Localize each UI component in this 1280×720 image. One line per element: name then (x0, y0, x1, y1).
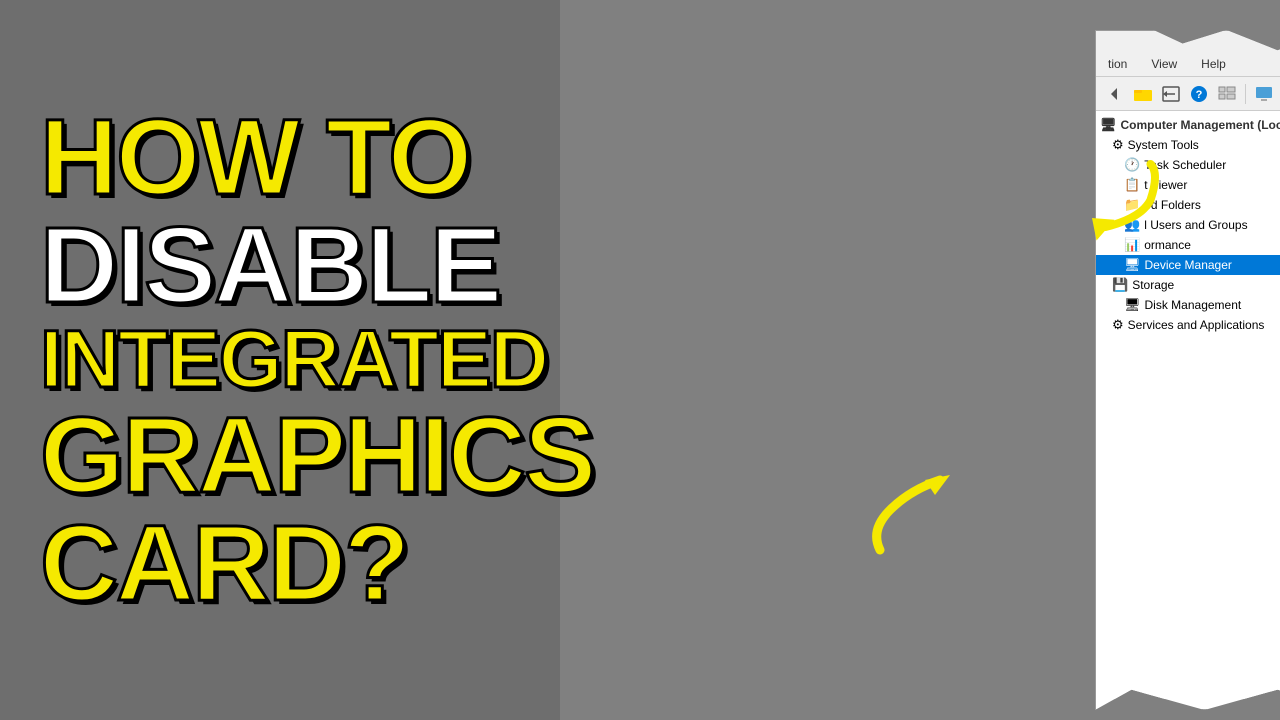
tools-icon: ⚙ (1112, 137, 1124, 153)
tree-services[interactable]: ⚙ Services and Applications (1096, 315, 1280, 335)
perf-icon: 📊 (1124, 237, 1140, 253)
menu-bar: Management tion View Help (1096, 31, 1280, 77)
back-button[interactable] (1102, 81, 1128, 107)
thumbnail-panel: HOW TO DISABLE INTEGRATED GRAPHICS CARD? (0, 0, 560, 720)
tree-label: l Users and Groups (1144, 218, 1247, 232)
tree-label: t Viewer (1144, 178, 1187, 192)
svg-text:?: ? (1196, 89, 1203, 101)
viewer-icon: 📋 (1124, 177, 1140, 193)
toolbar-btn-help[interactable]: ? (1186, 81, 1212, 107)
menu-action[interactable]: tion (1104, 56, 1131, 72)
tree-root-label: Computer Management (Local (1121, 118, 1280, 132)
device-mgr-icon: 🖥 (1124, 257, 1141, 273)
tree-root[interactable]: 🖥 Computer Management (Local (1096, 115, 1280, 135)
menu-row: tion View Help (1096, 54, 1280, 74)
toolbar-btn-monitor[interactable] (1251, 81, 1277, 107)
tree-disk-management[interactable]: 🖥 Disk Management (1096, 295, 1280, 315)
title-line-1: HOW TO (40, 103, 594, 211)
toolbar-btn-grid[interactable] (1214, 81, 1240, 107)
toolbar-btn-folder[interactable] (1130, 81, 1156, 107)
tree-label: ed Folders (1144, 198, 1201, 212)
tree-event-viewer[interactable]: 📋 t Viewer (1096, 175, 1280, 195)
tree-label: Services and Applications (1128, 318, 1265, 332)
menu-help[interactable]: Help (1197, 56, 1230, 72)
tree-task-scheduler[interactable]: 🕐 Task Scheduler (1096, 155, 1280, 175)
tree-users-groups[interactable]: 👥 l Users and Groups (1096, 215, 1280, 235)
storage-icon: 💾 (1112, 277, 1128, 293)
tree-performance[interactable]: 📊 ormance (1096, 235, 1280, 255)
left-tree-pane: 🖥 Computer Management (Local ⚙ System To… (1096, 111, 1280, 699)
computer-icon: 🖥 (1100, 117, 1117, 133)
tree-device-manager[interactable]: 🖥 Device Manager (1096, 255, 1280, 275)
window-container: Management tion View Help ? (1095, 30, 1280, 710)
title-line-5: CARD? (40, 509, 594, 617)
tree-label: Storage (1132, 278, 1174, 292)
content-area: 🖥 Computer Management (Local ⚙ System To… (1096, 111, 1280, 699)
title-line-3: INTEGRATED (40, 319, 594, 401)
clock-icon: 🕐 (1124, 157, 1140, 173)
tree-system-tools[interactable]: ⚙ System Tools (1096, 135, 1280, 155)
services-icon: ⚙ (1112, 317, 1124, 333)
tree-label: Device Manager (1145, 258, 1232, 272)
tree-label: System Tools (1128, 138, 1199, 152)
disk-icon: 🖥 (1124, 297, 1141, 313)
menu-view[interactable]: View (1147, 56, 1181, 72)
toolbar: ? ✕ (1096, 77, 1280, 111)
tree-label: Disk Management (1145, 298, 1242, 312)
tree-label: Task Scheduler (1144, 158, 1226, 172)
tree-shared-folders[interactable]: 📁 ed Folders (1096, 195, 1280, 215)
tree-storage[interactable]: 💾 Storage (1096, 275, 1280, 295)
title-line-2: DISABLE (40, 211, 594, 319)
title-line-4: GRAPHICS (40, 401, 594, 509)
folder-icon: 📁 (1124, 197, 1140, 213)
title-bar: Management (1096, 33, 1280, 54)
toolbar-separator (1245, 84, 1246, 104)
thumbnail-title: HOW TO DISABLE INTEGRATED GRAPHICS CARD? (40, 103, 594, 617)
right-panel: Management tion View Help ? (540, 0, 1280, 720)
users-icon: 👥 (1124, 217, 1140, 233)
toolbar-btn-back2[interactable] (1158, 81, 1184, 107)
tree-label: ormance (1144, 238, 1191, 252)
